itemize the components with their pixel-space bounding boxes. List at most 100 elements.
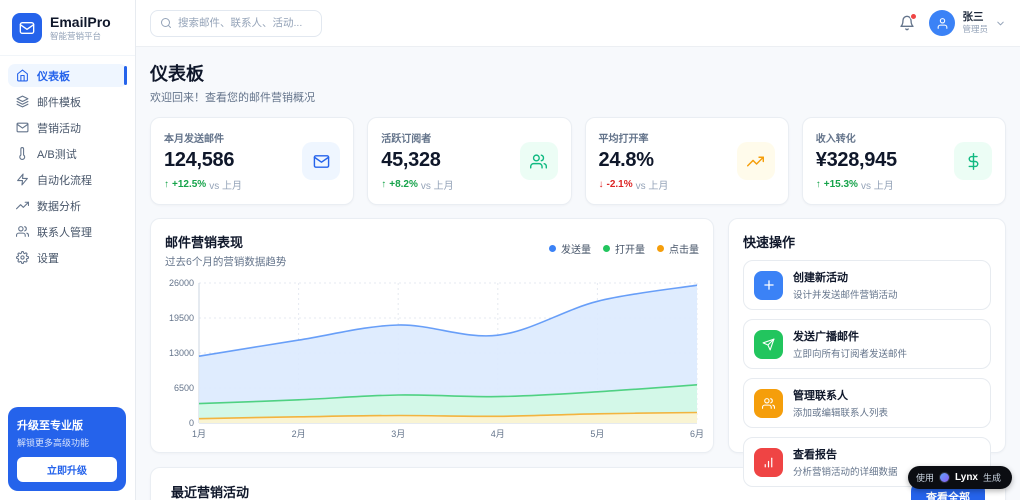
sidebar-item-label: 营销活动 [37,120,81,136]
area-chart: 065001300019500260001月2月3月4月5月6月 [165,275,703,443]
action-title: 管理联系人 [793,387,888,403]
stat-value: 124,586 [164,149,242,172]
sidebar-item-label: A/B测试 [37,146,77,162]
stat-compare: vs 上月 [861,177,894,192]
svg-text:6500: 6500 [174,383,194,393]
sidebar-item-templates[interactable]: 邮件模板 [8,90,127,113]
sidebar-item-contacts[interactable]: 联系人管理 [8,220,127,243]
sidebar-item-dashboard[interactable]: 仪表板 [8,64,127,87]
svg-text:0: 0 [189,418,194,428]
svg-text:5月: 5月 [590,429,604,439]
avatar [929,10,955,36]
action-subtitle: 添加或编辑联系人列表 [793,405,888,419]
sidebar-item-label: 联系人管理 [37,224,92,240]
lynx-logo-icon [939,472,950,483]
search-input[interactable] [178,17,312,29]
chart-legend: 发送量 打开量 点击量 [549,232,699,256]
user-menu[interactable]: 张三 管理员 [929,10,1006,36]
page-subtitle: 欢迎回来！查看您的邮件营销概况 [150,89,1006,105]
bar-chart-icon [754,448,783,477]
trending-up-icon [16,199,29,212]
watermark-prefix: 使用 [916,471,934,484]
main-content: 仪表板 欢迎回来！查看您的邮件营销概况 本月发送邮件 124,586 ↑ +12… [136,47,1020,500]
legend-label: 点击量 [669,241,699,256]
brand-name: EmailPro [50,14,111,30]
upgrade-button[interactable]: 立即升级 [17,457,117,482]
lynx-watermark-badge[interactable]: 使用 Lynx 生成 [908,466,1012,489]
chart-subtitle: 过去6个月的营销数据趋势 [165,254,286,269]
upgrade-title: 升级至专业版 [17,417,117,433]
brand-tagline: 智能营销平台 [50,30,111,42]
legend-label: 打开量 [615,241,645,256]
search-box[interactable] [150,10,322,37]
sidebar-item-analytics[interactable]: 数据分析 [8,194,127,217]
svg-text:6月: 6月 [690,429,703,439]
send-icon [754,330,783,359]
notifications-button[interactable] [899,15,915,31]
mail-icon [16,121,29,134]
stat-delta: +8.2% [389,179,418,190]
svg-text:3月: 3月 [391,429,405,439]
sidebar-item-label: 设置 [37,250,59,266]
mail-icon [302,142,340,180]
action-subtitle: 立即向所有订阅者发送邮件 [793,346,907,360]
stat-value: 24.8% [599,149,669,172]
stat-compare: vs 上月 [209,177,242,192]
sidebar-item-settings[interactable]: 设置 [8,246,127,269]
test-tube-icon [16,147,29,160]
stat-card-emails-sent: 本月发送邮件 124,586 ↑ +12.5% vs 上月 [150,117,354,205]
action-send-broadcast[interactable]: 发送广播邮件 立即向所有订阅者发送邮件 [743,319,991,369]
stat-label: 平均打开率 [599,130,669,145]
sidebar-item-ab-test[interactable]: A/B测试 [8,142,127,165]
users-icon [16,225,29,238]
watermark-brand: Lynx [955,472,978,483]
legend-dot [603,245,610,252]
action-manage-contacts[interactable]: 管理联系人 添加或编辑联系人列表 [743,378,991,428]
stat-card-subscribers: 活跃订阅者 45,328 ↑ +8.2% vs 上月 [367,117,571,205]
users-icon [754,389,783,418]
user-role: 管理员 [962,23,988,35]
performance-chart-card: 邮件营销表现 过去6个月的营销数据趋势 发送量 打开量 点击量 [150,218,714,453]
action-subtitle: 设计并发送邮件营销活动 [793,287,898,301]
chevron-down-icon [995,18,1006,29]
svg-text:19500: 19500 [169,313,194,323]
upgrade-subtitle: 解锁更多高级功能 [17,436,117,449]
arrow-up-icon: ↑ [381,179,386,190]
recent-title: 最近营销活动 [171,482,318,500]
stats-row: 本月发送邮件 124,586 ↑ +12.5% vs 上月 活跃订阅者 45,3… [150,117,1006,205]
action-title: 发送广播邮件 [793,328,907,344]
arrow-up-icon: ↑ [164,179,169,190]
gear-icon [16,251,29,264]
stat-card-open-rate: 平均打开率 24.8% ↓ -2.1% vs 上月 [585,117,789,205]
upgrade-card: 升级至专业版 解锁更多高级功能 立即升级 [8,407,126,491]
brand: EmailPro 智能营销平台 [0,0,135,56]
quick-actions-title: 快速操作 [743,232,991,251]
action-title: 查看报告 [793,446,898,462]
stat-label: 本月发送邮件 [164,130,242,145]
sidebar-item-label: 数据分析 [37,198,81,214]
layers-icon [16,95,29,108]
sidebar: EmailPro 智能营销平台 仪表板 邮件模板 营销活动 A/B测试 自动化流… [0,0,136,500]
svg-text:1月: 1月 [192,429,206,439]
legend-item-clicked: 点击量 [657,241,699,256]
stat-compare: vs 上月 [421,177,454,192]
legend-label: 发送量 [561,241,591,256]
sidebar-nav: 仪表板 邮件模板 营销活动 A/B测试 自动化流程 数据分析 联系人管理 设置 [0,56,135,269]
legend-item-opened: 打开量 [603,241,645,256]
arrow-down-icon: ↓ [599,179,604,190]
sidebar-item-campaigns[interactable]: 营销活动 [8,116,127,139]
topbar: 张三 管理员 [136,0,1020,47]
page-title: 仪表板 [150,60,1006,86]
sidebar-item-automation[interactable]: 自动化流程 [8,168,127,191]
action-create-campaign[interactable]: 创建新活动 设计并发送邮件营销活动 [743,260,991,310]
stat-value: 45,328 [381,149,453,172]
stat-delta: +12.5% [172,179,206,190]
arrow-up-icon: ↑ [816,179,821,190]
plus-icon [754,271,783,300]
notification-dot [910,13,917,20]
dollar-icon [954,142,992,180]
user-icon [936,17,949,30]
legend-dot [549,245,556,252]
action-subtitle: 分析营销活动的详细数据 [793,464,898,478]
action-title: 创建新活动 [793,269,898,285]
